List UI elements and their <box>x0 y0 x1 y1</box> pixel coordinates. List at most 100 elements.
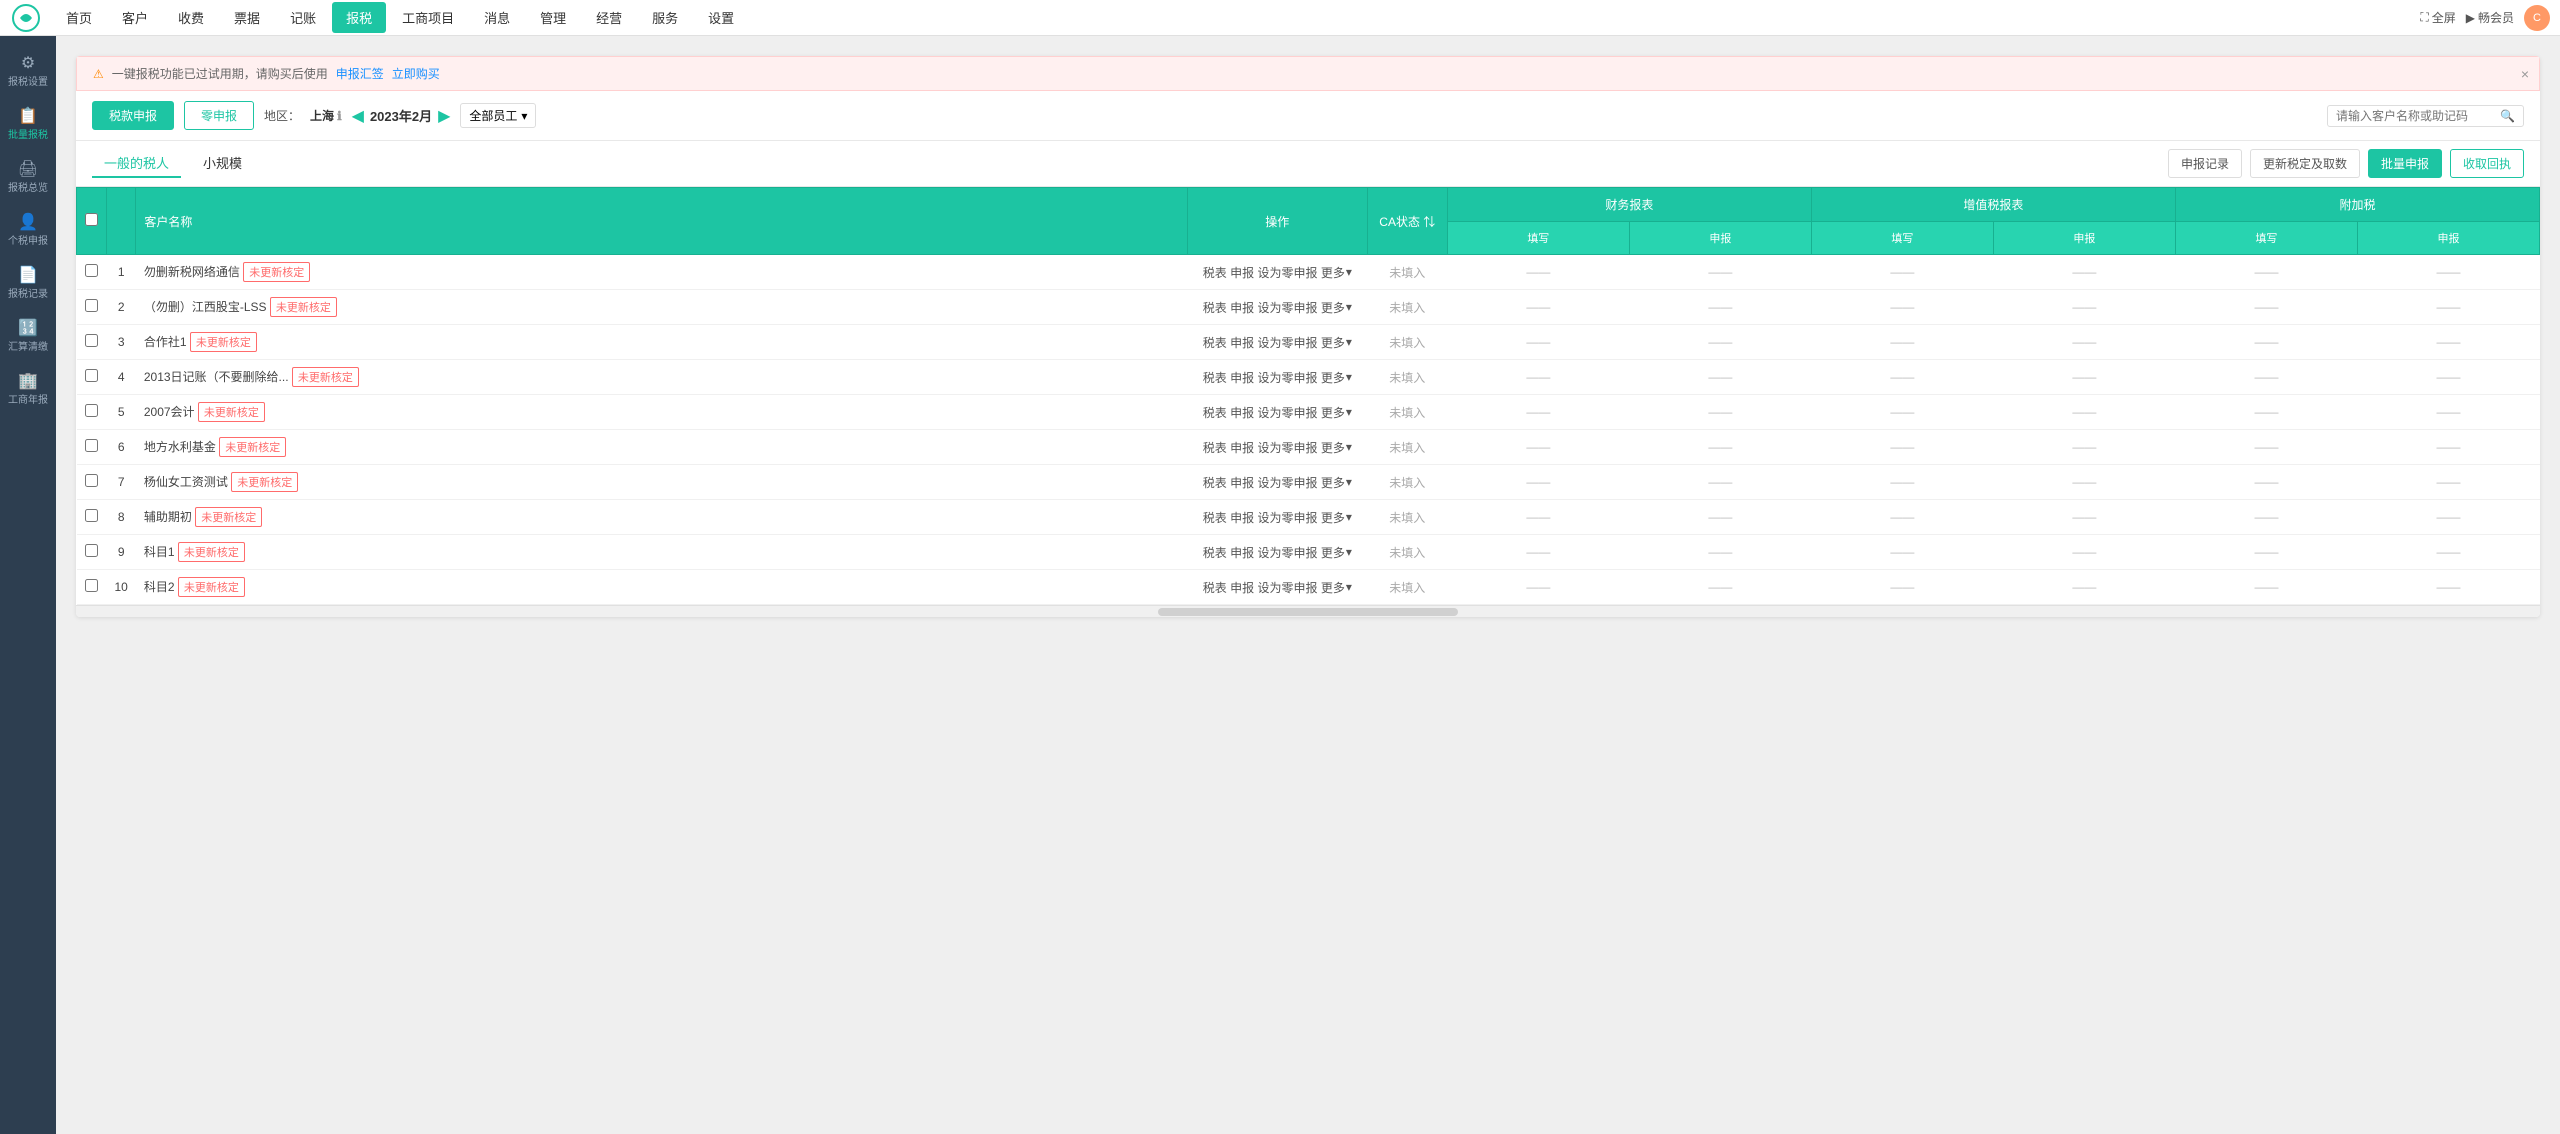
op-zero-declare-1[interactable]: 设为零申报 <box>1257 301 1317 315</box>
op-tax-form-9[interactable]: 税表 <box>1203 581 1227 595</box>
sidebar-item-annual-report[interactable]: 🏢 工商年报 <box>0 362 56 415</box>
bulk-declare-button[interactable]: 批量申报 <box>2368 149 2442 178</box>
op-tax-form-1[interactable]: 税表 <box>1203 301 1227 315</box>
nav-billing[interactable]: 收费 <box>164 2 218 33</box>
tax-records-icon: 📄 <box>17 264 39 286</box>
sidebar-item-tax-records[interactable]: 📄 报税记录 <box>0 256 56 309</box>
op-more-8[interactable]: 更多▾ <box>1321 544 1352 561</box>
row-checkbox-9[interactable] <box>77 570 107 605</box>
upgrade-button[interactable]: ▶ 畅会员 <box>2466 9 2514 26</box>
op-more-9[interactable]: 更多▾ <box>1321 579 1352 596</box>
nav-settings[interactable]: 设置 <box>694 2 748 33</box>
select-all-checkbox[interactable] <box>85 213 98 226</box>
row-num-1: 2 <box>107 290 136 325</box>
op-more-2[interactable]: 更多▾ <box>1321 334 1352 351</box>
retrieve-receipt-button[interactable]: 收取回执 <box>2450 149 2524 178</box>
staff-selector[interactable]: 全部员工 ▾ <box>460 103 536 128</box>
op-zero-declare-0[interactable]: 设为零申报 <box>1257 266 1317 280</box>
sidebar-item-annual-settle[interactable]: 🔢 汇算清缴 <box>0 309 56 362</box>
nav-service[interactable]: 服务 <box>638 2 692 33</box>
op-declare-0[interactable]: 申报 <box>1230 266 1254 280</box>
nav-home[interactable]: 首页 <box>52 2 106 33</box>
row-tax-fill-7: —— <box>1811 500 1993 535</box>
op-declare-8[interactable]: 申报 <box>1230 546 1254 560</box>
nav-operation[interactable]: 经营 <box>582 2 636 33</box>
nav-management[interactable]: 管理 <box>526 2 580 33</box>
nav-invoice[interactable]: 票据 <box>220 2 274 33</box>
row-checkbox-6[interactable] <box>77 465 107 500</box>
op-more-6[interactable]: 更多▾ <box>1321 474 1352 491</box>
op-tax-form-5[interactable]: 税表 <box>1203 441 1227 455</box>
row-checkbox-5[interactable] <box>77 430 107 465</box>
op-zero-declare-8[interactable]: 设为零申报 <box>1257 546 1317 560</box>
tab-tax-declaration[interactable]: 税款申报 <box>92 101 174 130</box>
op-more-0[interactable]: 更多▾ <box>1321 264 1352 281</box>
op-tax-form-8[interactable]: 税表 <box>1203 546 1227 560</box>
ca-sort-icon[interactable]: ⇅ <box>1423 215 1435 229</box>
op-declare-1[interactable]: 申报 <box>1230 301 1254 315</box>
banner-close-button[interactable]: × <box>2521 66 2529 82</box>
row-ca-4: 未填入 <box>1367 395 1447 430</box>
row-checkbox-7[interactable] <box>77 500 107 535</box>
op-declare-5[interactable]: 申报 <box>1230 441 1254 455</box>
row-checkbox-1[interactable] <box>77 290 107 325</box>
date-next-button[interactable]: ▶ <box>438 106 450 126</box>
op-more-5[interactable]: 更多▾ <box>1321 439 1352 456</box>
op-zero-declare-2[interactable]: 设为零申报 <box>1257 336 1317 350</box>
fullscreen-button[interactable]: ⛶ 全屏 <box>2420 9 2455 26</box>
search-icon[interactable]: 🔍 <box>2500 109 2515 123</box>
row-name-3: 2013日记账（不要删除给... 未更新核定 <box>136 360 1187 395</box>
op-more-3[interactable]: 更多▾ <box>1321 369 1352 386</box>
date-prev-button[interactable]: ◀ <box>352 106 364 126</box>
nav-message[interactable]: 消息 <box>470 2 524 33</box>
update-tax-button[interactable]: 更新税定及取数 <box>2250 149 2360 178</box>
op-zero-declare-6[interactable]: 设为零申报 <box>1257 476 1317 490</box>
op-tax-form-3[interactable]: 税表 <box>1203 371 1227 385</box>
row-checkbox-0[interactable] <box>77 255 107 290</box>
op-more-1[interactable]: 更多▾ <box>1321 299 1352 316</box>
row-checkbox-2[interactable] <box>77 325 107 360</box>
op-zero-declare-3[interactable]: 设为零申报 <box>1257 371 1317 385</box>
tab-general-taxpayer[interactable]: 一般的税人 <box>92 149 181 178</box>
op-tax-form-7[interactable]: 税表 <box>1203 511 1227 525</box>
op-declare-4[interactable]: 申报 <box>1230 406 1254 420</box>
row-checkbox-8[interactable] <box>77 535 107 570</box>
op-more-7[interactable]: 更多▾ <box>1321 509 1352 526</box>
nav-business[interactable]: 工商项目 <box>388 2 468 33</box>
region-info-icon[interactable]: ℹ <box>337 109 342 123</box>
search-input[interactable] <box>2336 109 2496 123</box>
tab-small-scale[interactable]: 小规模 <box>191 149 254 178</box>
op-declare-7[interactable]: 申报 <box>1230 511 1254 525</box>
row-checkbox-3[interactable] <box>77 360 107 395</box>
user-avatar[interactable]: C <box>2524 5 2550 31</box>
op-tax-form-4[interactable]: 税表 <box>1203 406 1227 420</box>
op-tax-form-0[interactable]: 税表 <box>1203 266 1227 280</box>
sidebar-item-bulk-tax[interactable]: 📋 批量报税 <box>0 97 56 150</box>
row-checkbox-4[interactable] <box>77 395 107 430</box>
nav-accounting[interactable]: 记账 <box>276 2 330 33</box>
banner-link-1[interactable]: 申报汇签 <box>336 65 384 82</box>
banner-link-2[interactable]: 立即购买 <box>392 65 440 82</box>
nav-tax[interactable]: 报税 <box>332 2 386 33</box>
scrollbar-thumb[interactable] <box>1158 608 1458 616</box>
op-zero-declare-7[interactable]: 设为零申报 <box>1257 511 1317 525</box>
op-tax-form-6[interactable]: 税表 <box>1203 476 1227 490</box>
sidebar-item-tax-settings[interactable]: ⚙ 报税设置 <box>0 44 56 97</box>
horizontal-scrollbar[interactable] <box>76 605 2540 617</box>
nav-customer[interactable]: 客户 <box>108 2 162 33</box>
row-add-submit-7: —— <box>2357 500 2539 535</box>
op-declare-3[interactable]: 申报 <box>1230 371 1254 385</box>
sidebar-item-tax-overview[interactable]: 🖨 报税总览 <box>0 150 56 203</box>
op-declare-6[interactable]: 申报 <box>1230 476 1254 490</box>
op-tax-form-2[interactable]: 税表 <box>1203 336 1227 350</box>
op-declare-9[interactable]: 申报 <box>1230 581 1254 595</box>
op-zero-declare-5[interactable]: 设为零申报 <box>1257 441 1317 455</box>
op-zero-declare-9[interactable]: 设为零申报 <box>1257 581 1317 595</box>
op-more-4[interactable]: 更多▾ <box>1321 404 1352 421</box>
tab-zero-declaration[interactable]: 零申报 <box>184 101 254 130</box>
op-zero-declare-4[interactable]: 设为零申报 <box>1257 406 1317 420</box>
declaration-records-button[interactable]: 申报记录 <box>2168 149 2242 178</box>
sidebar-item-personal-tax[interactable]: 👤 个税申报 <box>0 203 56 256</box>
row-name-0: 勿删新税网络通信 未更新核定 <box>136 255 1187 290</box>
op-declare-2[interactable]: 申报 <box>1230 336 1254 350</box>
